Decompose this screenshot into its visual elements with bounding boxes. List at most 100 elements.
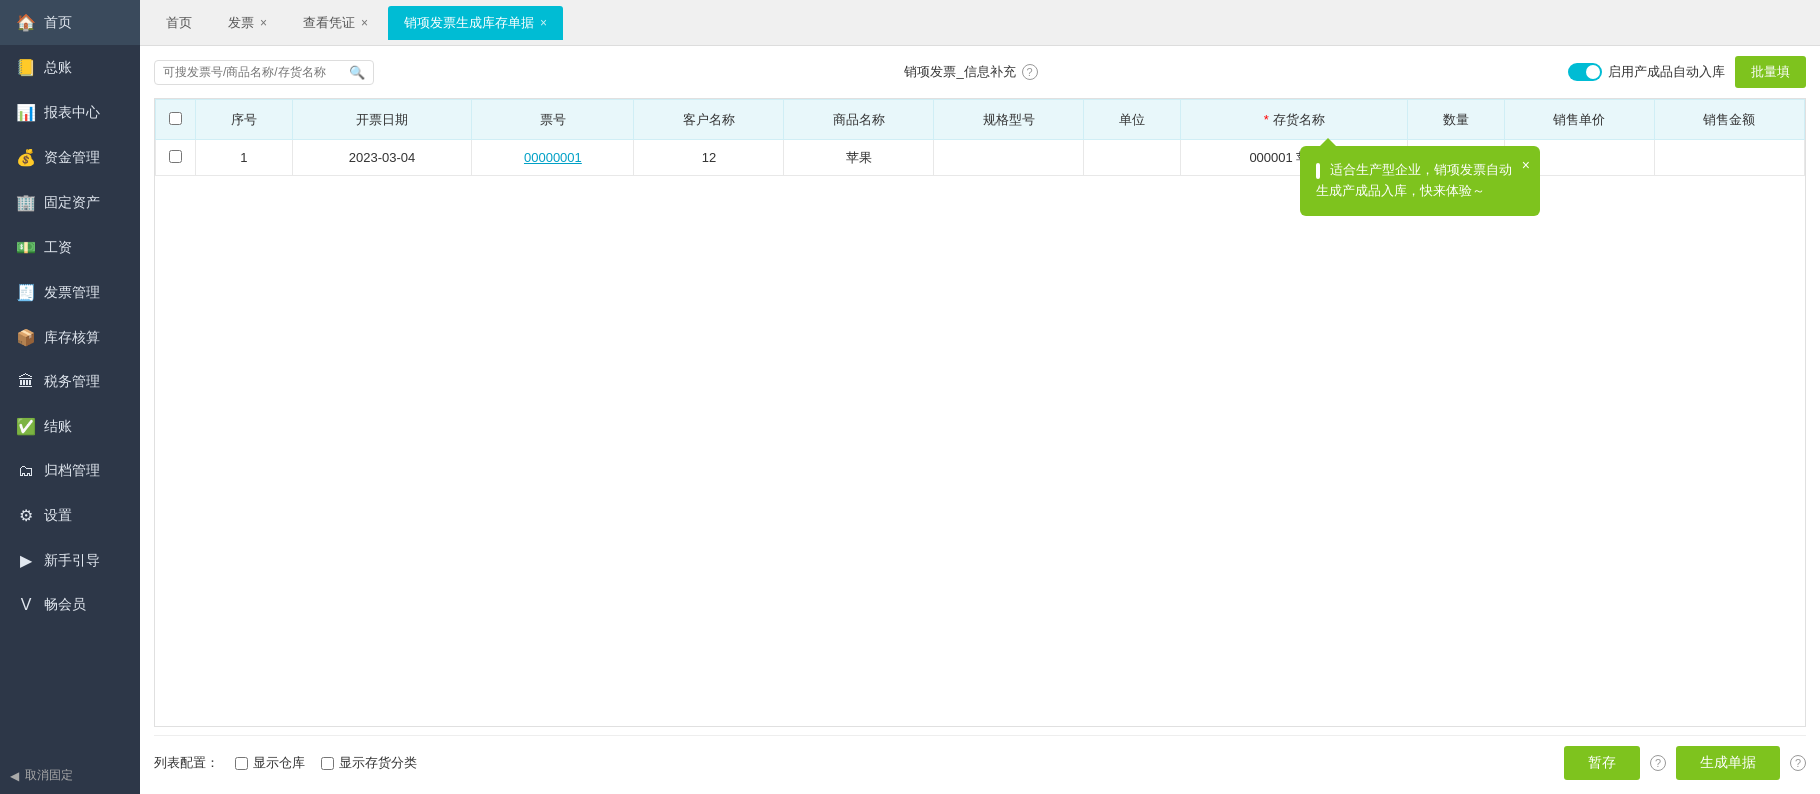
show-warehouse-text: 显示仓库	[253, 754, 305, 772]
tab-invoice[interactable]: 发票 ×	[212, 6, 283, 40]
batch-fill-button[interactable]: 批量填	[1735, 56, 1806, 88]
funds-icon: 💰	[16, 148, 36, 167]
sidebar-item-archive[interactable]: 🗂 归档管理	[0, 449, 140, 493]
sidebar-item-ledger[interactable]: 📒 总账	[0, 45, 140, 90]
tab-bar: 首页 发票 × 查看凭证 × 销项发票生成库存单据 ×	[140, 0, 1820, 46]
col-spec: 规格型号	[934, 100, 1084, 140]
tab-invoice-close[interactable]: ×	[260, 16, 267, 30]
assets-icon: 🏢	[16, 193, 36, 212]
ticket-no-link[interactable]: 00000001	[524, 150, 582, 165]
sidebar-item-reports[interactable]: 📊 报表中心	[0, 90, 140, 135]
bottom-bar: 列表配置： 显示仓库 显示存货分类 暂存 ? 生成单据 ?	[154, 735, 1806, 784]
pin-icon: ◀	[10, 769, 19, 783]
col-price: 销售单价	[1504, 100, 1654, 140]
main-panel: 首页 发票 × 查看凭证 × 销项发票生成库存单据 × 🔍 销项发票_信息补充	[140, 0, 1820, 794]
tooltip-close-button[interactable]: ×	[1522, 154, 1530, 176]
sidebar-item-assets[interactable]: 🏢 固定资产	[0, 180, 140, 225]
reports-icon: 📊	[16, 103, 36, 122]
toolbar: 🔍 销项发票_信息补充 ? 启用产成品自动入库 批量填	[154, 56, 1806, 88]
sidebar-item-member[interactable]: V 畅会员	[0, 583, 140, 627]
col-unit: 单位	[1084, 100, 1181, 140]
row-product: 苹果	[784, 140, 934, 176]
archive-icon: 🗂	[16, 462, 36, 480]
data-table: 序号 开票日期 票号 客户名称 商品名称 规格型号 单位 存货名称 数量 销售单…	[155, 99, 1805, 176]
tab-voucher-close[interactable]: ×	[361, 16, 368, 30]
data-table-wrapper: 序号 开票日期 票号 客户名称 商品名称 规格型号 单位 存货名称 数量 销售单…	[154, 98, 1806, 727]
col-date: 开票日期	[292, 100, 472, 140]
tax-icon: 🏛	[16, 373, 36, 391]
invoices-icon: 🧾	[16, 283, 36, 302]
sidebar-item-funds[interactable]: 💰 资金管理	[0, 135, 140, 180]
sidebar-label-settings: 设置	[44, 507, 72, 525]
generate-button[interactable]: 生成单据	[1676, 746, 1780, 780]
sidebar-label-member: 畅会员	[44, 596, 86, 614]
info-label: 销项发票_信息补充	[904, 63, 1015, 81]
show-category-label[interactable]: 显示存货分类	[321, 754, 417, 772]
sidebar-label-archive: 归档管理	[44, 462, 100, 480]
select-all-checkbox[interactable]	[169, 112, 182, 125]
search-box[interactable]: 🔍	[154, 60, 374, 85]
config-label: 列表配置：	[154, 754, 219, 772]
row-checkbox[interactable]	[169, 150, 182, 163]
toolbar-left: 🔍	[154, 60, 374, 85]
tab-cancel-invoice-label: 销项发票生成库存单据	[404, 14, 534, 32]
search-input[interactable]	[163, 65, 349, 79]
home-icon: 🏠	[16, 13, 36, 32]
tooltip-text: 适合生产型企业，销项发票自动生成产成品入库，快来体验～	[1316, 162, 1512, 198]
col-quantity: 数量	[1408, 100, 1505, 140]
col-customer: 客户名称	[634, 100, 784, 140]
sidebar-item-closing[interactable]: ✅ 结账	[0, 404, 140, 449]
sidebar-label-guide: 新手引导	[44, 552, 100, 570]
sidebar-item-salary[interactable]: 💵 工资	[0, 225, 140, 270]
show-category-text: 显示存货分类	[339, 754, 417, 772]
sidebar-label-invoices: 发票管理	[44, 284, 100, 302]
tooltip-popup: × 适合生产型企业，销项发票自动生成产成品入库，快来体验～	[1300, 146, 1540, 216]
tab-home-label: 首页	[166, 14, 192, 32]
col-inventory: 存货名称	[1181, 100, 1408, 140]
sidebar-item-tax[interactable]: 🏛 税务管理	[0, 360, 140, 404]
show-warehouse-checkbox[interactable]	[235, 757, 248, 770]
tab-invoice-label: 发票	[228, 14, 254, 32]
sidebar-item-guide[interactable]: ▶ 新手引导	[0, 538, 140, 583]
tab-voucher[interactable]: 查看凭证 ×	[287, 6, 384, 40]
save-help-icon[interactable]: ?	[1650, 755, 1666, 771]
tab-cancel-invoice[interactable]: 销项发票生成库存单据 ×	[388, 6, 563, 40]
sidebar-label-inventory: 库存核算	[44, 329, 100, 347]
search-icon: 🔍	[349, 65, 365, 80]
closing-icon: ✅	[16, 417, 36, 436]
save-button[interactable]: 暂存	[1564, 746, 1640, 780]
sidebar: 🏠 首页 📒 总账 📊 报表中心 💰 资金管理 🏢 固定资产 💵 工资 🧾 发票…	[0, 0, 140, 794]
tab-cancel-invoice-close[interactable]: ×	[540, 16, 547, 30]
toolbar-center: 销项发票_信息补充 ?	[904, 63, 1037, 81]
auto-warehouse-toggle[interactable]	[1568, 63, 1602, 81]
bottom-left: 列表配置： 显示仓库 显示存货分类	[154, 754, 417, 772]
help-icon[interactable]: ?	[1022, 64, 1038, 80]
sidebar-footer[interactable]: ◀ 取消固定	[0, 757, 140, 794]
col-checkbox	[156, 100, 196, 140]
sidebar-label-salary: 工资	[44, 239, 72, 257]
bottom-right: 暂存 ? 生成单据 ?	[1564, 746, 1806, 780]
ledger-icon: 📒	[16, 58, 36, 77]
sidebar-item-home[interactable]: 🏠 首页	[0, 0, 140, 45]
tab-voucher-label: 查看凭证	[303, 14, 355, 32]
tooltip-caret	[1316, 163, 1320, 179]
row-customer: 12	[634, 140, 784, 176]
row-checkbox-cell	[156, 140, 196, 176]
tab-home[interactable]: 首页	[150, 6, 208, 40]
sidebar-item-settings[interactable]: ⚙ 设置	[0, 493, 140, 538]
show-category-checkbox[interactable]	[321, 757, 334, 770]
sidebar-label-home: 首页	[44, 14, 72, 32]
col-seq: 序号	[196, 100, 293, 140]
row-spec	[934, 140, 1084, 176]
show-warehouse-label[interactable]: 显示仓库	[235, 754, 305, 772]
sidebar-item-inventory[interactable]: 📦 库存核算	[0, 315, 140, 360]
sidebar-item-invoices[interactable]: 🧾 发票管理	[0, 270, 140, 315]
sidebar-label-funds: 资金管理	[44, 149, 100, 167]
row-date: 2023-03-04	[292, 140, 472, 176]
inventory-icon: 📦	[16, 328, 36, 347]
salary-icon: 💵	[16, 238, 36, 257]
row-unit	[1084, 140, 1181, 176]
generate-help-icon[interactable]: ?	[1790, 755, 1806, 771]
row-seq: 1	[196, 140, 293, 176]
table-row: 1 2023-03-04 00000001 12 苹果 000001 苹果 个 …	[156, 140, 1805, 176]
